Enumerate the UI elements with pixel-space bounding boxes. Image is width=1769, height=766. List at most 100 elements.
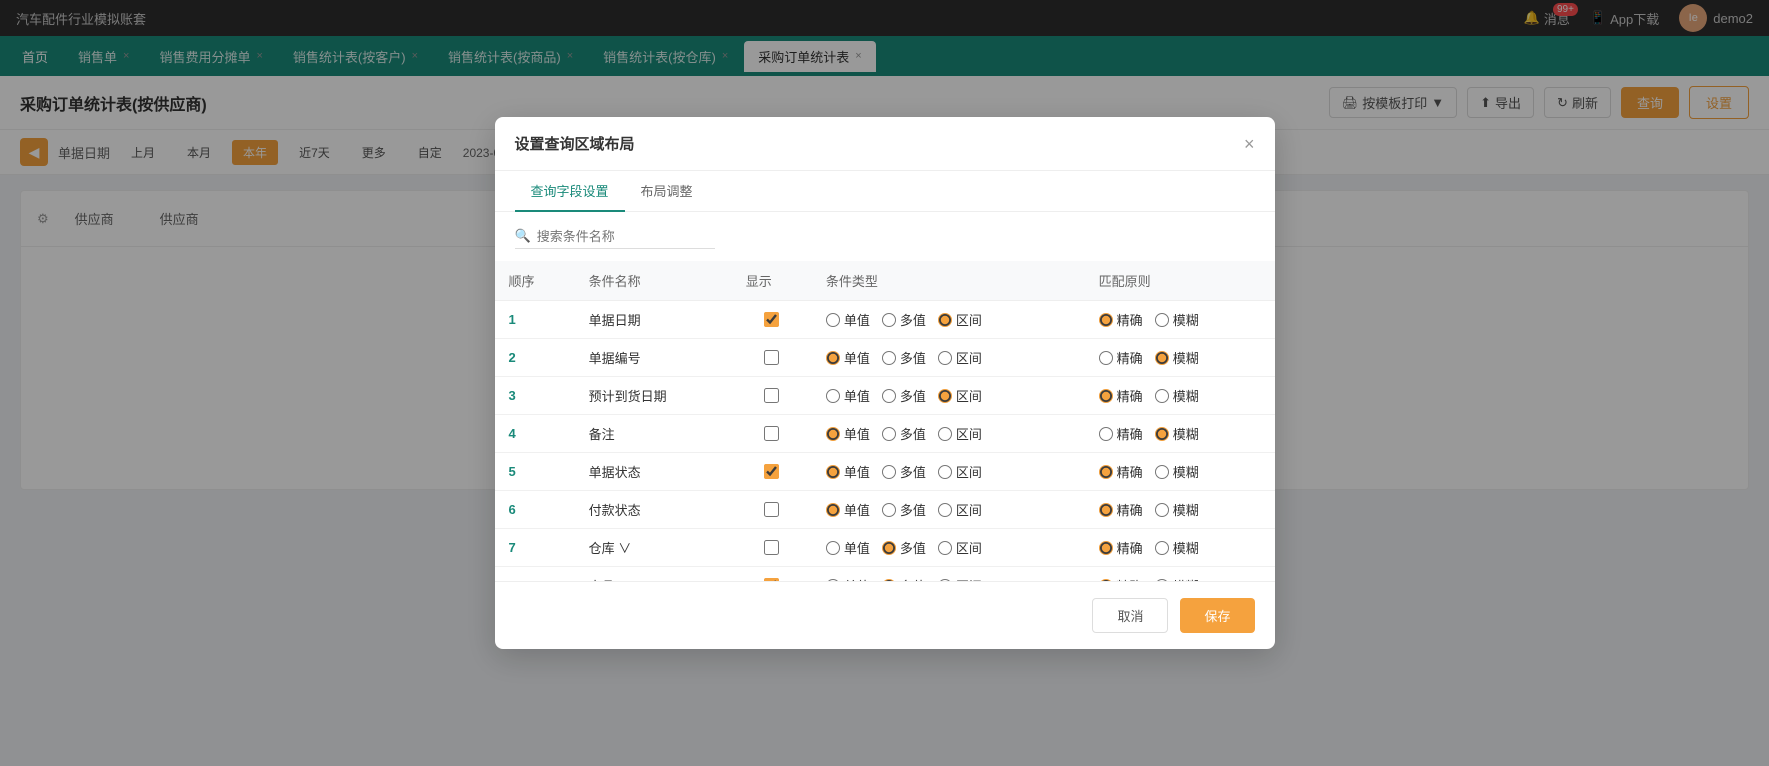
type-radio[interactable] [938, 465, 952, 479]
match-radio[interactable] [1099, 503, 1113, 517]
row-type-cell: 单值 多值 区间 [812, 567, 1085, 582]
type-option-单值[interactable]: 单值 [826, 538, 870, 557]
type-option-多值[interactable]: 多值 [882, 424, 926, 443]
match-option-模糊[interactable]: 模糊 [1155, 348, 1199, 367]
row-match-cell: 精确 模糊 [1085, 377, 1275, 415]
table-row: 4备注 单值 多值 区间 精确 模糊 [495, 415, 1275, 453]
type-option-单值[interactable]: 单值 [826, 462, 870, 481]
display-checkbox[interactable] [764, 540, 779, 555]
type-radio[interactable] [882, 313, 896, 327]
match-option-模糊[interactable]: 模糊 [1155, 386, 1199, 405]
type-radio[interactable] [882, 541, 896, 555]
tab-query-fields[interactable]: 查询字段设置 [515, 171, 625, 212]
type-radio[interactable] [882, 503, 896, 517]
type-option-单值[interactable]: 单值 [826, 310, 870, 329]
type-option-多值[interactable]: 多值 [882, 348, 926, 367]
type-option-区间[interactable]: 区间 [938, 424, 982, 443]
type-option-单值[interactable]: 单值 [826, 348, 870, 367]
col-field-name: 条件名称 [575, 261, 732, 301]
match-option-精确[interactable]: 精确 [1099, 424, 1143, 443]
type-option-多值[interactable]: 多值 [882, 500, 926, 519]
type-radio[interactable] [938, 503, 952, 517]
display-checkbox[interactable] [764, 350, 779, 365]
type-radio[interactable] [826, 503, 840, 517]
type-radio[interactable] [826, 465, 840, 479]
row-type-cell: 单值 多值 区间 [812, 301, 1085, 339]
display-checkbox[interactable] [764, 312, 779, 327]
type-option-单值[interactable]: 单值 [826, 424, 870, 443]
type-radio[interactable] [882, 427, 896, 441]
type-option-多值[interactable]: 多值 [882, 386, 926, 405]
match-option-精确[interactable]: 精确 [1099, 386, 1143, 405]
type-radio[interactable] [826, 541, 840, 555]
save-button[interactable]: 保存 [1180, 598, 1254, 633]
type-option-label: 单值 [844, 348, 870, 367]
type-radio-group: 单值 多值 区间 [826, 386, 1071, 405]
type-option-区间[interactable]: 区间 [938, 348, 982, 367]
type-option-区间[interactable]: 区间 [938, 538, 982, 557]
match-radio[interactable] [1099, 351, 1113, 365]
type-option-单值[interactable]: 单值 [826, 386, 870, 405]
type-radio[interactable] [882, 351, 896, 365]
match-radio[interactable] [1155, 389, 1169, 403]
cancel-button[interactable]: 取消 [1092, 598, 1168, 633]
match-option-精确[interactable]: 精确 [1099, 500, 1143, 519]
type-radio[interactable] [826, 313, 840, 327]
match-option-label: 模糊 [1173, 386, 1199, 405]
match-radio[interactable] [1099, 389, 1113, 403]
match-radio[interactable] [1099, 465, 1113, 479]
display-checkbox[interactable] [764, 464, 779, 479]
match-option-模糊[interactable]: 模糊 [1155, 310, 1199, 329]
type-radio[interactable] [938, 351, 952, 365]
match-radio-group: 精确 模糊 [1099, 348, 1261, 367]
match-option-模糊[interactable]: 模糊 [1155, 424, 1199, 443]
type-radio[interactable] [938, 427, 952, 441]
display-checkbox[interactable] [764, 426, 779, 441]
row-type-cell: 单值 多值 区间 [812, 377, 1085, 415]
match-radio[interactable] [1099, 541, 1113, 555]
type-option-单值[interactable]: 单值 [826, 500, 870, 519]
display-checkbox[interactable] [764, 388, 779, 403]
match-option-精确[interactable]: 精确 [1099, 310, 1143, 329]
type-option-区间[interactable]: 区间 [938, 310, 982, 329]
col-type: 条件类型 [812, 261, 1085, 301]
type-radio[interactable] [826, 351, 840, 365]
match-radio[interactable] [1155, 465, 1169, 479]
match-radio[interactable] [1155, 351, 1169, 365]
match-option-模糊[interactable]: 模糊 [1155, 538, 1199, 557]
type-radio[interactable] [826, 389, 840, 403]
type-option-区间[interactable]: 区间 [938, 386, 982, 405]
match-radio[interactable] [1155, 541, 1169, 555]
match-radio[interactable] [1099, 427, 1113, 441]
type-option-区间[interactable]: 区间 [938, 462, 982, 481]
match-radio[interactable] [1155, 503, 1169, 517]
type-radio[interactable] [938, 541, 952, 555]
row-order: 7 [495, 529, 575, 567]
match-option-模糊[interactable]: 模糊 [1155, 462, 1199, 481]
tab-layout-adjust[interactable]: 布局调整 [625, 171, 709, 212]
match-option-精确[interactable]: 精确 [1099, 348, 1143, 367]
order-number: 3 [509, 388, 516, 403]
match-option-模糊[interactable]: 模糊 [1155, 500, 1199, 519]
display-checkbox[interactable] [764, 502, 779, 517]
type-option-多值[interactable]: 多值 [882, 538, 926, 557]
type-option-多值[interactable]: 多值 [882, 462, 926, 481]
type-radio[interactable] [826, 427, 840, 441]
row-display-cell [732, 491, 812, 529]
match-radio[interactable] [1155, 427, 1169, 441]
search-input[interactable] [537, 229, 697, 244]
match-radio[interactable] [1155, 313, 1169, 327]
match-radio[interactable] [1099, 313, 1113, 327]
type-radio[interactable] [938, 389, 952, 403]
type-option-多值[interactable]: 多值 [882, 310, 926, 329]
type-radio[interactable] [882, 465, 896, 479]
dialog-close-button[interactable]: × [1244, 135, 1255, 153]
match-option-精确[interactable]: 精确 [1099, 538, 1143, 557]
type-radio[interactable] [882, 389, 896, 403]
type-radio[interactable] [938, 313, 952, 327]
row-display-cell [732, 453, 812, 491]
dialog-header: 设置查询区域布局 × [495, 117, 1275, 171]
type-option-区间[interactable]: 区间 [938, 500, 982, 519]
row-type-cell: 单值 多值 区间 [812, 453, 1085, 491]
match-option-精确[interactable]: 精确 [1099, 462, 1143, 481]
